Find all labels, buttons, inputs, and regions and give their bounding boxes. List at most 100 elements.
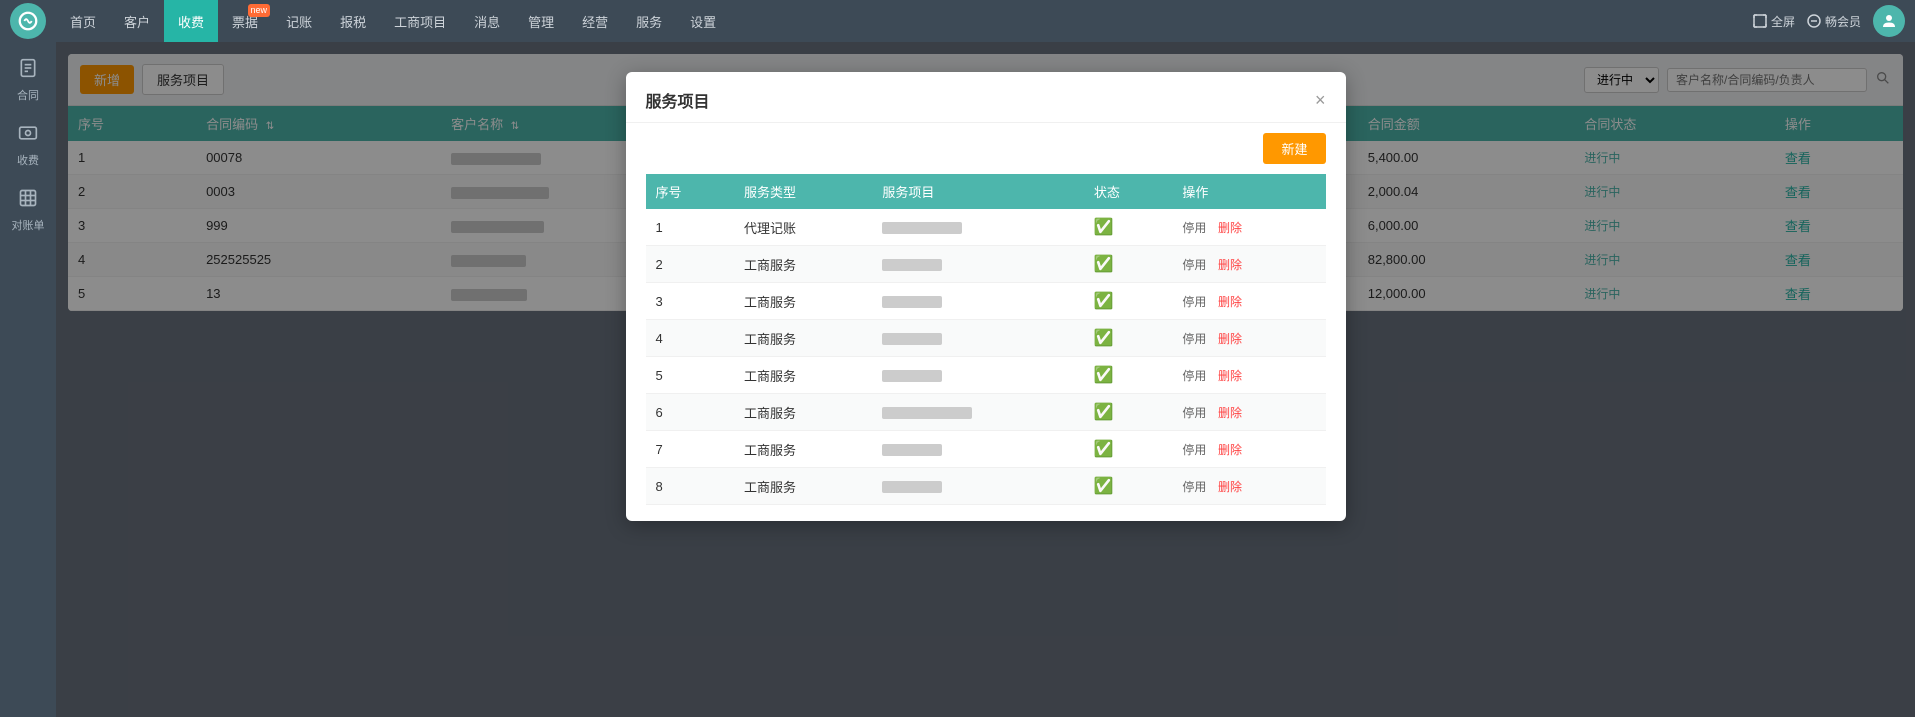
stop-service-button[interactable]: 停用 (1182, 406, 1206, 420)
blurred-service-item: ████ (882, 259, 942, 271)
modal-cell-action: 停用 删除 (1172, 246, 1325, 283)
nav-item-manage[interactable]: 管理 (514, 0, 568, 42)
nav-item-services[interactable]: 服务 (622, 0, 676, 42)
sidebar-item-reconcile[interactable]: 对账单 (2, 180, 54, 241)
modal-new-button[interactable]: 新建 (1263, 133, 1325, 164)
nav-items-list: 首页 客户 收费 票据 new 记账 报税 工商项目 消息 管理 经营 服务 设… (56, 0, 1753, 42)
sidebar-item-contracts[interactable]: 合同 (2, 50, 54, 111)
new-badge: new (248, 4, 271, 17)
modal-cell-status: ✅ (1084, 394, 1172, 431)
app-logo[interactable] (10, 3, 46, 39)
stop-service-button[interactable]: 停用 (1182, 295, 1206, 309)
stop-service-button[interactable]: 停用 (1182, 480, 1206, 494)
modal-cell-action: 停用 删除 (1172, 394, 1325, 431)
modal-cell-no: 4 (646, 320, 734, 357)
nav-item-messages[interactable]: 消息 (460, 0, 514, 42)
stop-service-button[interactable]: 停用 (1182, 369, 1206, 383)
stop-service-button[interactable]: 停用 (1182, 221, 1206, 235)
nav-item-settings[interactable]: 设置 (676, 0, 730, 42)
status-check-icon: ✅ (1094, 256, 1114, 273)
contract-icon (18, 58, 38, 83)
delete-service-button[interactable]: 删除 (1218, 406, 1242, 420)
modal-cell-no: 6 (646, 394, 734, 431)
vip-btn[interactable]: 畅会员 (1807, 13, 1861, 30)
modal-cell-item: ████ (872, 283, 1083, 320)
blurred-service-item: ██████ (882, 407, 972, 419)
modal-cell-type: 代理记账 (734, 209, 872, 246)
nav-item-accounts[interactable]: 记账 (272, 0, 326, 42)
blurred-service-item: ████ (882, 333, 942, 345)
modal-table-row: 4 工商服务 ████ ✅ 停用 删除 (646, 320, 1326, 357)
modal-col-item: 服务项目 (872, 174, 1083, 209)
modal-cell-no: 1 (646, 209, 734, 246)
nav-item-business[interactable]: 工商项目 (380, 0, 460, 42)
modal-cell-action: 停用 删除 (1172, 357, 1325, 394)
modal-cell-status: ✅ (1084, 283, 1172, 320)
delete-service-button[interactable]: 删除 (1218, 332, 1242, 346)
modal-cell-item: ████ (872, 431, 1083, 468)
modal-col-type: 服务类型 (734, 174, 872, 209)
modal-cell-type: 工商服务 (734, 320, 872, 357)
modal-cell-type: 工商服务 (734, 246, 872, 283)
modal-cell-no: 8 (646, 468, 734, 505)
stop-service-button[interactable]: 停用 (1182, 258, 1206, 272)
status-check-icon: ✅ (1094, 441, 1114, 458)
user-avatar[interactable] (1873, 5, 1905, 37)
modal-cell-status: ✅ (1084, 246, 1172, 283)
nav-item-income[interactable]: 收费 (164, 0, 218, 42)
delete-service-button[interactable]: 删除 (1218, 369, 1242, 383)
modal-toolbar: 新建 (626, 123, 1346, 174)
modal-cell-type: 工商服务 (734, 468, 872, 505)
modal-col-action: 操作 (1172, 174, 1325, 209)
nav-item-tax[interactable]: 报税 (326, 0, 380, 42)
modal-cell-item: ████1 (872, 209, 1083, 246)
stop-service-button[interactable]: 停用 (1182, 443, 1206, 457)
delete-service-button[interactable]: 删除 (1218, 443, 1242, 457)
top-nav-right: 全屏 畅会员 (1753, 5, 1905, 37)
service-items-modal: 服务项目 × 新建 序号 服务类型 服务项目 状态 操作 (626, 72, 1346, 521)
modal-cell-action: 停用 删除 (1172, 283, 1325, 320)
nav-item-customers[interactable]: 客户 (110, 0, 164, 42)
modal-cell-no: 5 (646, 357, 734, 394)
status-check-icon: ✅ (1094, 478, 1114, 495)
modal-cell-item: ████ (872, 320, 1083, 357)
sidebar: 合同 收费 对账单 (0, 42, 56, 717)
status-check-icon: ✅ (1094, 219, 1114, 236)
nav-item-home[interactable]: 首页 (56, 0, 110, 42)
modal-table-row: 5 工商服务 ████ ✅ 停用 删除 (646, 357, 1326, 394)
sidebar-item-label: 收费 (17, 152, 39, 168)
nav-item-finance[interactable]: 经营 (568, 0, 622, 42)
delete-service-button[interactable]: 删除 (1218, 258, 1242, 272)
status-check-icon: ✅ (1094, 330, 1114, 347)
modal-cell-item: ████ (872, 357, 1083, 394)
fullscreen-btn[interactable]: 全屏 (1753, 13, 1795, 30)
modal-cell-no: 7 (646, 431, 734, 468)
modal-table-row: 6 工商服务 ██████ ✅ 停用 删除 (646, 394, 1326, 431)
income-icon (18, 123, 38, 148)
stop-service-button[interactable]: 停用 (1182, 332, 1206, 346)
modal-cell-action: 停用 删除 (1172, 468, 1325, 505)
modal-body: 序号 服务类型 服务项目 状态 操作 1 代理记账 ████1 ✅ 停用 删除 (626, 174, 1346, 521)
sidebar-item-income[interactable]: 收费 (2, 115, 54, 176)
top-navigation: 首页 客户 收费 票据 new 记账 报税 工商项目 消息 管理 经营 服务 设… (0, 0, 1915, 42)
modal-header: 服务项目 × (626, 72, 1346, 123)
nav-item-invoices[interactable]: 票据 new (218, 0, 272, 42)
modal-overlay: 服务项目 × 新建 序号 服务类型 服务项目 状态 操作 (56, 42, 1915, 717)
status-check-icon: ✅ (1094, 404, 1114, 421)
modal-cell-no: 2 (646, 246, 734, 283)
modal-title: 服务项目 (646, 88, 710, 112)
modal-table-row: 2 工商服务 ████ ✅ 停用 删除 (646, 246, 1326, 283)
delete-service-button[interactable]: 删除 (1218, 221, 1242, 235)
modal-cell-status: ✅ (1084, 431, 1172, 468)
blurred-service-item: ████ (882, 370, 942, 382)
modal-cell-status: ✅ (1084, 320, 1172, 357)
main-content: 新增 服务项目 进行中 已完成 已暂停 (56, 42, 1915, 717)
delete-service-button[interactable]: 删除 (1218, 295, 1242, 309)
blurred-service-item: ████ (882, 444, 942, 456)
status-check-icon: ✅ (1094, 367, 1114, 384)
sidebar-item-label: 合同 (17, 87, 39, 103)
blurred-service-item: ████1 (882, 222, 962, 234)
modal-close-button[interactable]: × (1315, 91, 1326, 109)
delete-service-button[interactable]: 删除 (1218, 480, 1242, 494)
service-items-table: 序号 服务类型 服务项目 状态 操作 1 代理记账 ████1 ✅ 停用 删除 (646, 174, 1326, 505)
